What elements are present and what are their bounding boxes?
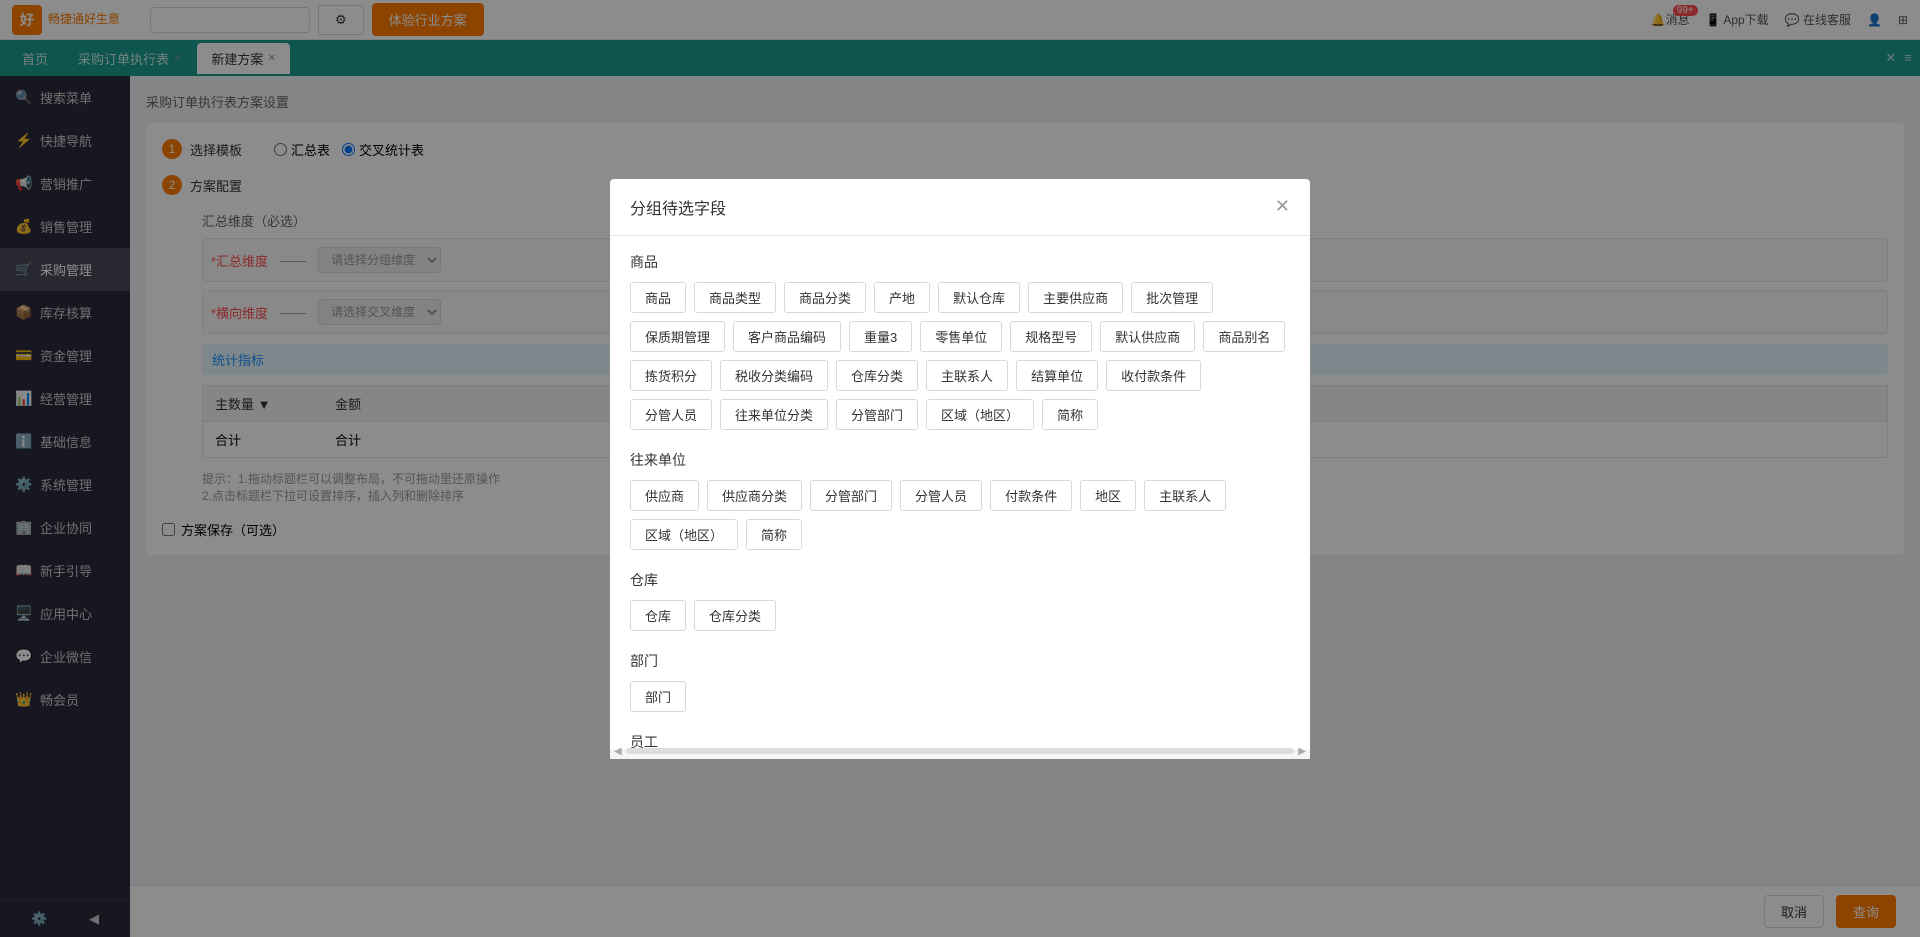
section-department-title: 部门 — [630, 651, 1290, 671]
modal-body[interactable]: 商品 商品 商品类型 商品分类 产地 默认仓库 主要供应商 批次管理 保质期管理… — [610, 236, 1310, 750]
field-tag-main-supplier[interactable]: 主要供应商 — [1028, 282, 1123, 313]
field-tag-pick-points[interactable]: 拣货积分 — [630, 360, 712, 391]
section-warehouse-title: 仓库 — [630, 570, 1290, 590]
field-tag-spec[interactable]: 规格型号 — [1010, 321, 1092, 352]
modal-overlay[interactable]: 分组待选字段 ✕ 商品 商品 商品类型 商品分类 产地 默认仓库 主要供应商 批… — [0, 0, 1920, 937]
scroll-left-btn[interactable]: ◀ — [614, 746, 622, 757]
field-tag-supervisor2[interactable]: 分管人员 — [900, 480, 982, 511]
modal-hscroll[interactable]: ◀ ▶ — [610, 750, 1310, 759]
field-tag-main-contact[interactable]: 主联系人 — [926, 360, 1008, 391]
field-tag-warehouse-category[interactable]: 仓库分类 — [836, 360, 918, 391]
section-warehouse: 仓库 仓库 仓库分类 — [630, 570, 1290, 631]
field-tag-batch[interactable]: 批次管理 — [1131, 282, 1213, 313]
field-select-modal: 分组待选字段 ✕ 商品 商品 商品类型 商品分类 产地 默认仓库 主要供应商 批… — [610, 179, 1310, 759]
partner-field-tags: 供应商 供应商分类 分管部门 分管人员 付款条件 地区 主联系人 区域（地区） … — [630, 480, 1290, 550]
field-tag-main-contact2[interactable]: 主联系人 — [1144, 480, 1226, 511]
section-partner-title: 往来单位 — [630, 450, 1290, 470]
field-tag-dept[interactable]: 分管部门 — [836, 399, 918, 430]
field-tag-alias[interactable]: 商品别名 — [1203, 321, 1285, 352]
field-tag-retail-unit[interactable]: 零售单位 — [920, 321, 1002, 352]
field-tag-area[interactable]: 地区 — [1080, 480, 1136, 511]
field-tag-default-warehouse[interactable]: 默认仓库 — [938, 282, 1020, 313]
section-product: 商品 商品 商品类型 商品分类 产地 默认仓库 主要供应商 批次管理 保质期管理… — [630, 252, 1290, 430]
field-tag-supervisor[interactable]: 分管人员 — [630, 399, 712, 430]
field-tag-region2[interactable]: 区域（地区） — [630, 519, 738, 550]
field-tag-payment-terms2[interactable]: 付款条件 — [990, 480, 1072, 511]
modal-title: 分组待选字段 — [630, 195, 726, 219]
section-department: 部门 部门 — [630, 651, 1290, 712]
field-tag-product[interactable]: 商品 — [630, 282, 686, 313]
field-tag-warehouse-cat[interactable]: 仓库分类 — [694, 600, 776, 631]
field-tag-department[interactable]: 部门 — [630, 681, 686, 712]
field-tag-origin[interactable]: 产地 — [874, 282, 930, 313]
field-tag-settlement-unit[interactable]: 结算单位 — [1016, 360, 1098, 391]
field-tag-supplier[interactable]: 供应商 — [630, 480, 699, 511]
field-tag-supplier-category[interactable]: 供应商分类 — [707, 480, 802, 511]
field-tag-shortname[interactable]: 简称 — [1042, 399, 1098, 430]
field-tag-product-category[interactable]: 商品分类 — [784, 282, 866, 313]
field-tag-weight[interactable]: 重量3 — [849, 321, 912, 352]
field-tag-customer-code[interactable]: 客户商品编码 — [733, 321, 841, 352]
modal-header: 分组待选字段 ✕ — [610, 179, 1310, 236]
field-tag-warehouse[interactable]: 仓库 — [630, 600, 686, 631]
section-partner: 往来单位 供应商 供应商分类 分管部门 分管人员 付款条件 地区 主联系人 区域… — [630, 450, 1290, 550]
section-product-title: 商品 — [630, 252, 1290, 272]
field-tag-partner-category[interactable]: 往来单位分类 — [720, 399, 828, 430]
field-tag-tax-code[interactable]: 税收分类编码 — [720, 360, 828, 391]
modal-close-button[interactable]: ✕ — [1275, 196, 1290, 217]
field-tag-shortname2[interactable]: 简称 — [746, 519, 802, 550]
scroll-right-btn[interactable]: ▶ — [1298, 746, 1306, 757]
warehouse-field-tags: 仓库 仓库分类 — [630, 600, 1290, 631]
field-tag-expiry[interactable]: 保质期管理 — [630, 321, 725, 352]
field-tag-region[interactable]: 区域（地区） — [926, 399, 1034, 430]
product-field-tags: 商品 商品类型 商品分类 产地 默认仓库 主要供应商 批次管理 保质期管理 客户… — [630, 282, 1290, 430]
field-tag-product-type[interactable]: 商品类型 — [694, 282, 776, 313]
department-field-tags: 部门 — [630, 681, 1290, 712]
field-tag-dept2[interactable]: 分管部门 — [810, 480, 892, 511]
field-tag-payment-terms[interactable]: 收付款条件 — [1106, 360, 1201, 391]
field-tag-default-supplier[interactable]: 默认供应商 — [1100, 321, 1195, 352]
